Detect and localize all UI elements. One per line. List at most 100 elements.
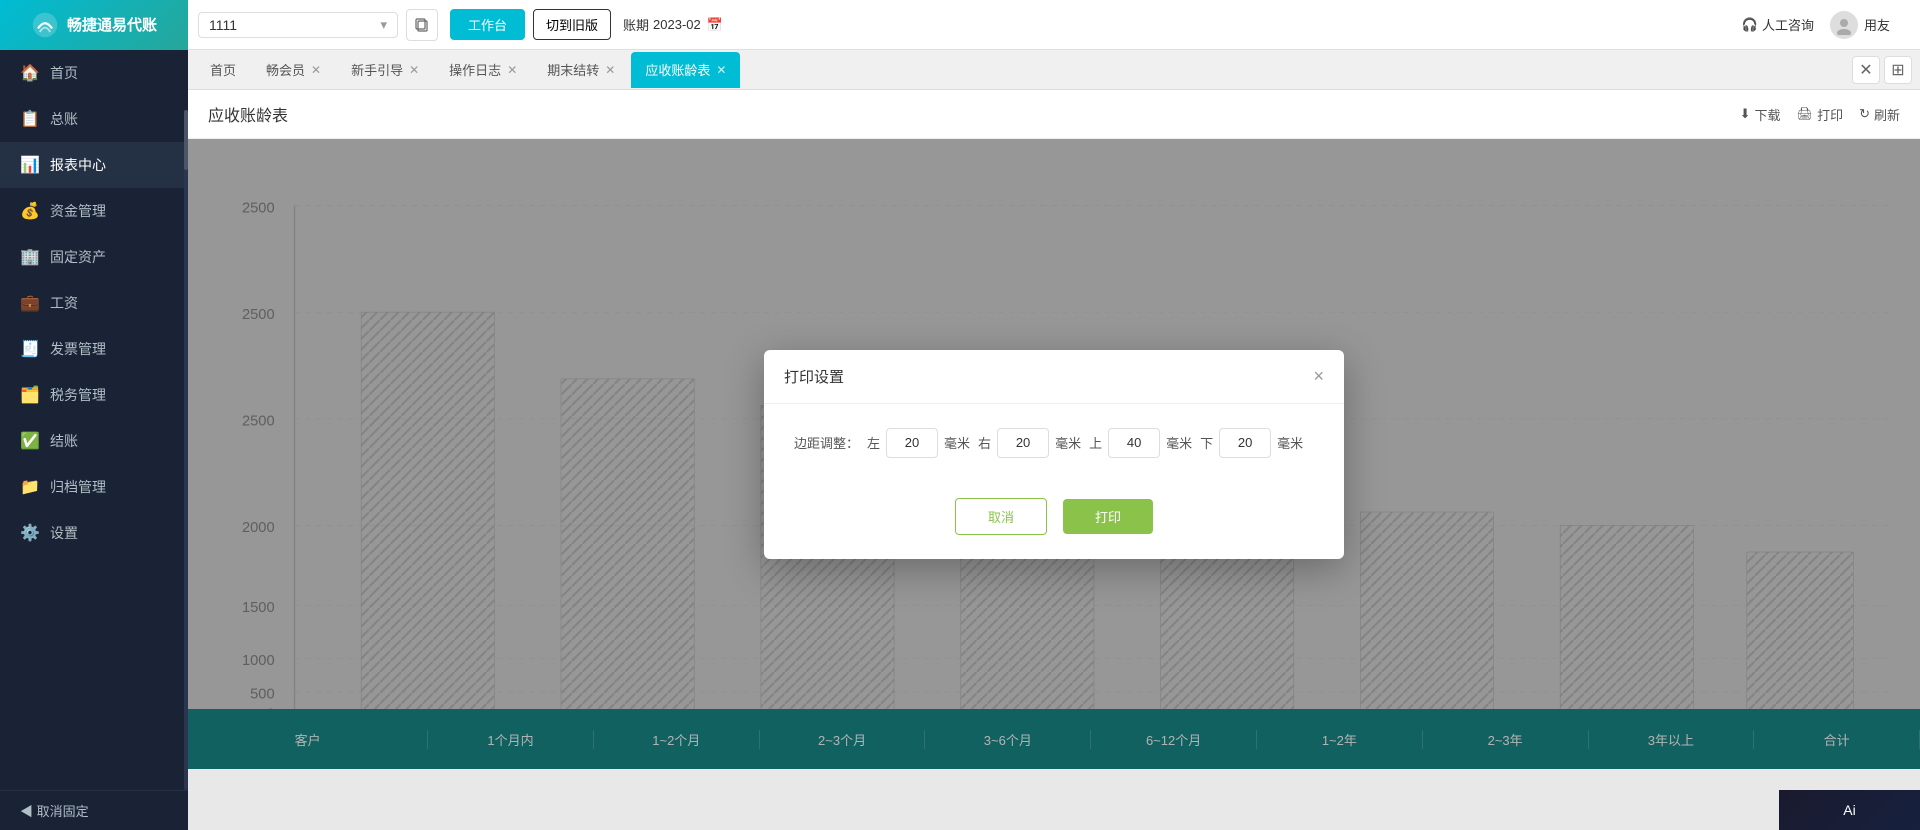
bottom-margin-group: 下 毫米 [1200, 428, 1303, 458]
sidebar-item-label: 税务管理 [50, 385, 106, 405]
refresh-icon: ↻ [1859, 106, 1870, 122]
sidebar-collapse-button[interactable]: ◀ 取消固定 [0, 790, 188, 830]
sidebar-item-checkout[interactable]: ✅ 结账 [0, 418, 188, 464]
bottom-margin-input[interactable] [1219, 428, 1271, 458]
content-area: 首页 畅会员 ✕ 新手引导 ✕ 操作日志 ✕ 期末结转 ✕ 应收账龄表 ✕ [188, 50, 1920, 830]
tab-close-icon[interactable]: ✕ [605, 63, 615, 77]
page-actions: ⬇ 下载 🖨 打印 ↻ 刷新 [1740, 105, 1900, 124]
sidebar: 🏠 首页 📋 总账 📊 报表中心 💰 资金管理 🏢 固定资产 💼 工资 [0, 50, 188, 830]
ai-float-button[interactable]: Ai [1779, 790, 1920, 830]
headphone-icon: 🎧 [1742, 17, 1758, 33]
download-icon: ⬇ [1740, 106, 1751, 122]
asset-icon: 🏢 [20, 247, 40, 267]
sidebar-item-label: 固定资产 [50, 247, 106, 267]
salary-icon: 💼 [20, 293, 40, 313]
tab-home[interactable]: 首页 [196, 52, 250, 88]
sidebar-scroll: 🏠 首页 📋 总账 📊 报表中心 💰 资金管理 🏢 固定资产 💼 工资 [0, 50, 188, 790]
ledger-icon: 📋 [20, 109, 40, 129]
right-label: 右 [978, 433, 991, 452]
print-confirm-button[interactable]: 打印 [1063, 499, 1153, 534]
collapse-label: ◀ 取消固定 [20, 801, 89, 820]
consult-button[interactable]: 🎧 人工咨询 [1742, 15, 1814, 34]
sidebar-item-archive[interactable]: 📁 归档管理 [0, 464, 188, 510]
main-layout: 🏠 首页 📋 总账 📊 报表中心 💰 资金管理 🏢 固定资产 💼 工资 [0, 50, 1920, 830]
modal-footer: 取消 打印 [764, 482, 1344, 559]
print-label: 打印 [1817, 105, 1843, 124]
top-margin-group: 上 毫米 [1089, 428, 1192, 458]
tab-ar-aging[interactable]: 应收账龄表 ✕ [631, 52, 740, 88]
left-label: 左 [867, 433, 880, 452]
ai-label: Ai [1843, 802, 1855, 818]
sidebar-item-funds[interactable]: 💰 资金管理 [0, 188, 188, 234]
tab-member[interactable]: 畅会员 ✕ [252, 52, 335, 88]
tab-guide[interactable]: 新手引导 ✕ [337, 52, 433, 88]
refresh-button[interactable]: ↻ 刷新 [1859, 105, 1900, 124]
margin-form-row: 边距调整： 左 毫米 右 毫米 [794, 428, 1314, 458]
sidebar-item-tax[interactable]: 🗂️ 税务管理 [0, 372, 188, 418]
workbench-button[interactable]: 工作台 [450, 9, 525, 40]
modal-overlay: 打印设置 × 边距调整： 左 毫米 [188, 139, 1920, 769]
tab-close-icon[interactable]: ✕ [507, 63, 517, 77]
print-settings-modal: 打印设置 × 边距调整： 左 毫米 [764, 350, 1344, 559]
sidebar-item-label: 资金管理 [50, 201, 106, 221]
sidebar-item-assets[interactable]: 🏢 固定资产 [0, 234, 188, 280]
sidebar-item-settings[interactable]: ⚙️ 设置 [0, 510, 188, 556]
tab-label: 操作日志 [449, 60, 501, 79]
copy-button[interactable] [406, 9, 438, 41]
consult-label: 人工咨询 [1762, 15, 1814, 34]
top-margin-input[interactable] [1108, 428, 1160, 458]
calendar-icon[interactable]: 📅 [707, 17, 723, 33]
company-area: 1111 ▾ 工作台 切到旧版 账期 2023-02 📅 [188, 9, 1742, 41]
switch-version-button[interactable]: 切到旧版 [533, 9, 611, 40]
sidebar-item-label: 报表中心 [50, 155, 106, 175]
company-selector[interactable]: 1111 ▾ [198, 12, 398, 38]
fund-icon: 💰 [20, 201, 40, 221]
tab-period-close[interactable]: 期末结转 ✕ [533, 52, 629, 88]
cancel-button[interactable]: 取消 [955, 498, 1047, 535]
home-icon: 🏠 [20, 63, 40, 83]
user-name: 用友 [1864, 15, 1890, 34]
download-button[interactable]: ⬇ 下载 [1740, 105, 1781, 124]
left-margin-input[interactable] [886, 428, 938, 458]
sidebar-item-salary[interactable]: 💼 工资 [0, 280, 188, 326]
tab-close-icon[interactable]: ✕ [311, 63, 321, 77]
top-label: 上 [1089, 433, 1102, 452]
left-unit: 毫米 [944, 433, 970, 452]
period-label: 账期 [623, 15, 649, 34]
tab-expand-button[interactable]: ⊞ [1884, 56, 1912, 84]
bottom-label: 下 [1200, 433, 1213, 452]
top-unit: 毫米 [1166, 433, 1192, 452]
tax-icon: 🗂️ [20, 385, 40, 405]
modal-header: 打印设置 × [764, 350, 1344, 404]
checkout-icon: ✅ [20, 431, 40, 451]
invoice-icon: 🧾 [20, 339, 40, 359]
sidebar-item-label: 归档管理 [50, 477, 106, 497]
right-margin-input[interactable] [997, 428, 1049, 458]
page-title: 应收账龄表 [208, 102, 1740, 126]
tab-close-icon[interactable]: ✕ [716, 63, 726, 77]
header-right: 🎧 人工咨询 用友 [1742, 11, 1910, 39]
user-area[interactable]: 用友 [1830, 11, 1890, 39]
bottom-unit: 毫米 [1277, 433, 1303, 452]
print-button[interactable]: 🖨 打印 [1797, 105, 1844, 124]
settings-icon: ⚙️ [20, 523, 40, 543]
sidebar-item-label: 总账 [50, 109, 78, 129]
avatar [1830, 11, 1858, 39]
page-header: 应收账龄表 ⬇ 下载 🖨 打印 ↻ 刷新 [188, 90, 1920, 139]
left-margin-group: 左 毫米 [867, 428, 970, 458]
refresh-label: 刷新 [1874, 105, 1900, 124]
modal-body: 边距调整： 左 毫米 右 毫米 [764, 404, 1344, 482]
tab-oplog[interactable]: 操作日志 ✕ [435, 52, 531, 88]
chart-area: 2500 2500 2500 2000 1500 1000 500 0 [188, 139, 1920, 769]
tab-label: 应收账龄表 [645, 60, 710, 79]
sidebar-item-invoice[interactable]: 🧾 发票管理 [0, 326, 188, 372]
sidebar-item-home[interactable]: 🏠 首页 [0, 50, 188, 96]
sidebar-item-reports[interactable]: 📊 报表中心 [0, 142, 188, 188]
tab-close-all-button[interactable]: ✕ [1852, 56, 1880, 84]
modal-close-button[interactable]: × [1313, 367, 1324, 385]
margin-label: 边距调整： [794, 433, 859, 452]
tab-close-icon[interactable]: ✕ [409, 63, 419, 77]
sidebar-item-label: 工资 [50, 293, 78, 313]
right-unit: 毫米 [1055, 433, 1081, 452]
sidebar-item-ledger[interactable]: 📋 总账 [0, 96, 188, 142]
